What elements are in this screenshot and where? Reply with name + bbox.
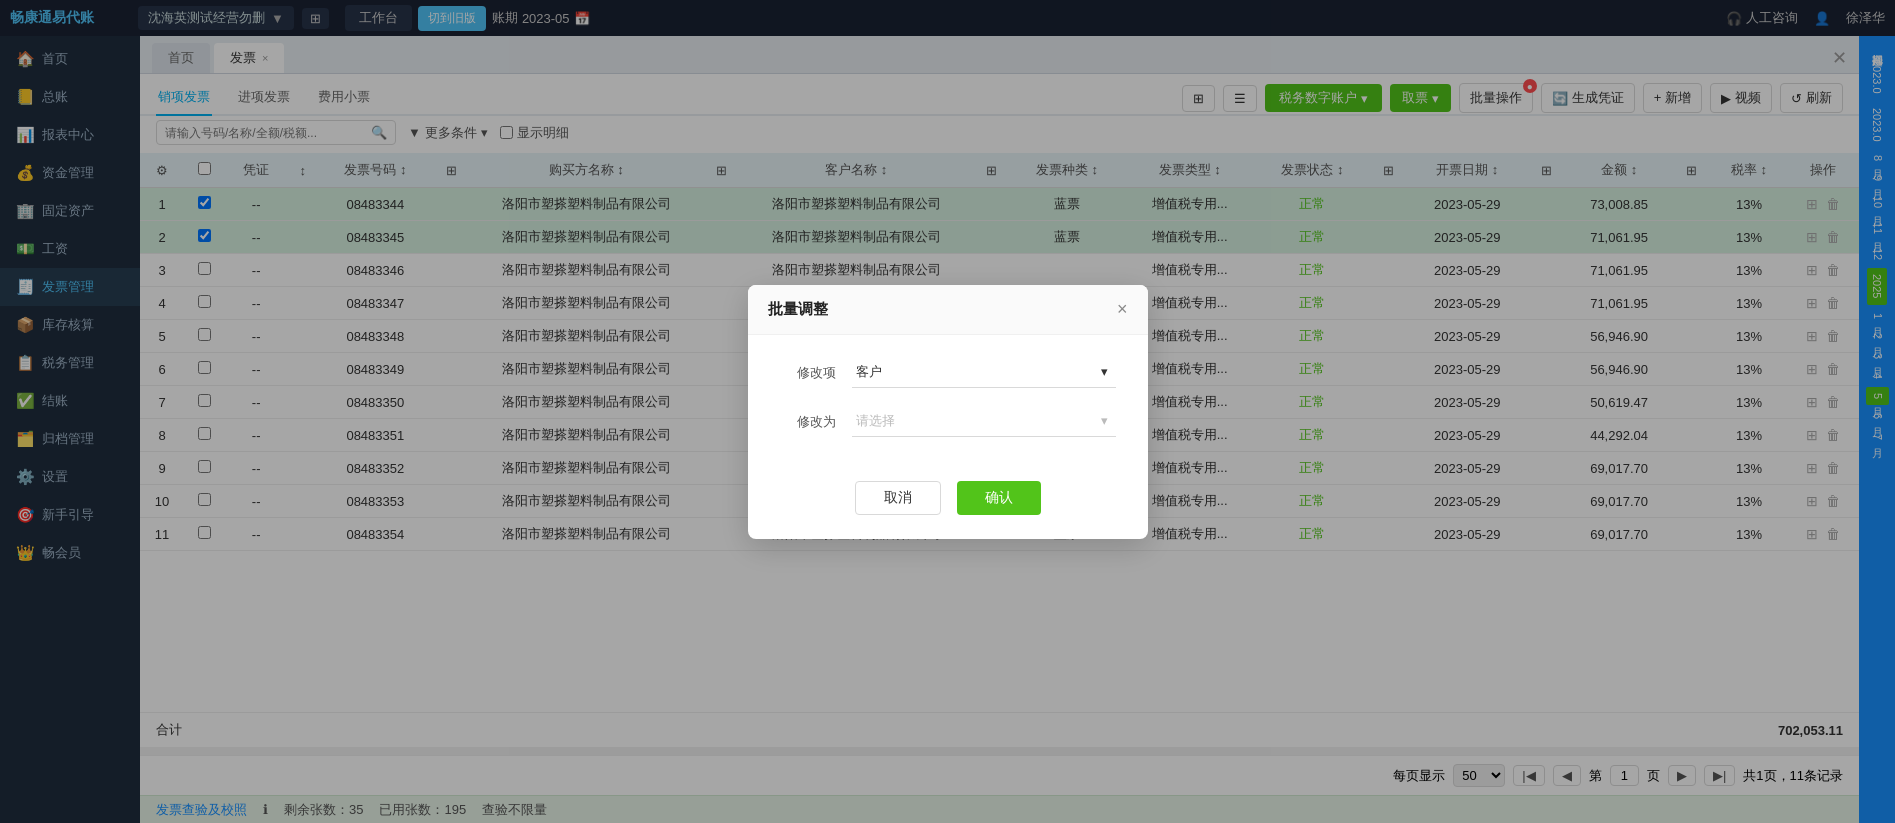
modal-confirm-btn[interactable]: 确认 — [957, 481, 1041, 515]
modal-modify-placeholder: 请选择 — [856, 412, 895, 430]
modal-field-arrow: ▾ — [1101, 364, 1108, 379]
modal-modify-select[interactable]: 请选择 ▾ — [852, 408, 1116, 437]
modal-field-type-label: 修改项 — [780, 364, 836, 382]
modal-header: 批量调整 × — [748, 285, 1148, 335]
modal-field-type-select[interactable]: 客户 ▾ — [852, 359, 1116, 388]
modal-title: 批量调整 — [768, 300, 828, 319]
modal-field-value: 客户 — [856, 363, 882, 381]
modal-body: 修改项 客户 ▾ 修改为 请选择 ▾ — [748, 335, 1148, 473]
modal-field-modify-label: 修改为 — [780, 413, 836, 431]
modal-close-btn[interactable]: × — [1117, 299, 1128, 320]
modal-overlay: 批量调整 × 修改项 客户 ▾ 修改为 请选择 ▾ 取消 确认 — [0, 0, 1895, 823]
modal-field-modify: 修改为 请选择 ▾ — [780, 408, 1116, 437]
modal-cancel-btn[interactable]: 取消 — [855, 481, 941, 515]
batch-adjust-modal: 批量调整 × 修改项 客户 ▾ 修改为 请选择 ▾ 取消 确认 — [748, 285, 1148, 539]
modal-field-type: 修改项 客户 ▾ — [780, 359, 1116, 388]
modal-modify-arrow: ▾ — [1101, 413, 1108, 428]
modal-footer: 取消 确认 — [748, 473, 1148, 539]
